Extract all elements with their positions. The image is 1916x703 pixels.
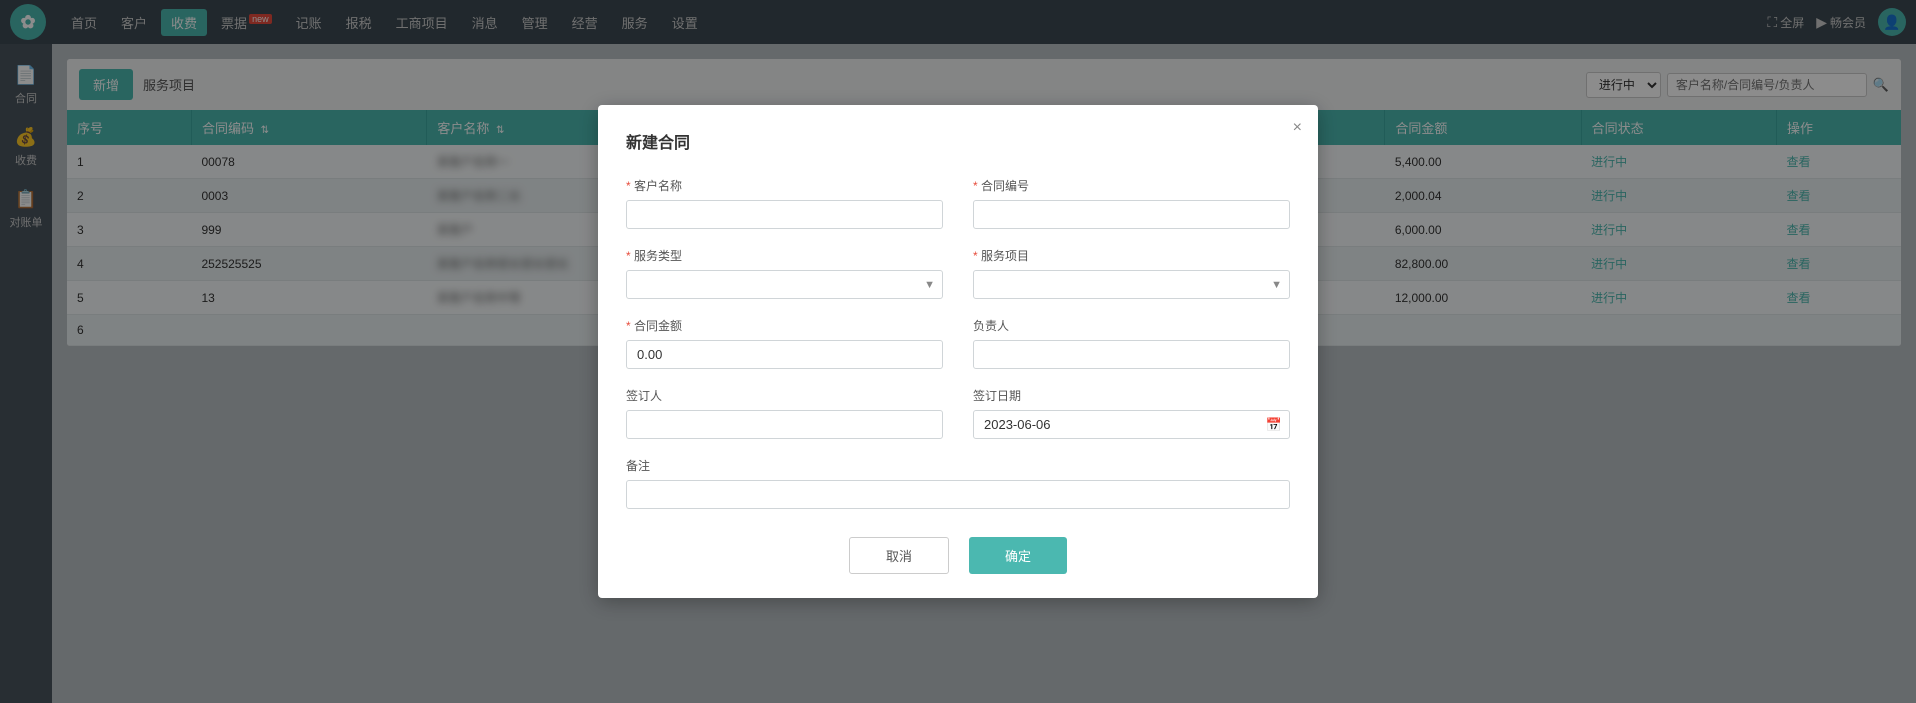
new-contract-modal: 新建合同 × 客户名称 合同编号 服务类型 ▼ 服务项目 xyxy=(598,105,1318,598)
service-type-label: 服务类型 xyxy=(626,247,943,264)
responsible-input[interactable] xyxy=(973,340,1290,369)
service-type-select-wrap: ▼ xyxy=(626,270,943,299)
responsible-field: 负责人 xyxy=(973,317,1290,369)
customer-name-label: 客户名称 xyxy=(626,177,943,194)
sign-date-input[interactable] xyxy=(973,410,1290,439)
customer-name-input[interactable] xyxy=(626,200,943,229)
contract-no-label: 合同编号 xyxy=(973,177,1290,194)
modal-footer: 取消 确定 xyxy=(626,537,1290,574)
modal-title: 新建合同 xyxy=(626,129,1290,153)
contract-no-field: 合同编号 xyxy=(973,177,1290,229)
service-item-label: 服务项目 xyxy=(973,247,1290,264)
sign-date-wrap: 📅 xyxy=(973,410,1290,439)
service-item-field: 服务项目 ▼ xyxy=(973,247,1290,299)
customer-name-field: 客户名称 xyxy=(626,177,943,229)
modal-close-button[interactable]: × xyxy=(1293,119,1302,137)
responsible-label: 负责人 xyxy=(973,317,1290,334)
contract-amount-field: 合同金额 xyxy=(626,317,943,369)
contract-amount-input[interactable] xyxy=(626,340,943,369)
service-item-select-wrap: ▼ xyxy=(973,270,1290,299)
signer-input[interactable] xyxy=(626,410,943,439)
signer-label: 签订人 xyxy=(626,387,943,404)
contract-amount-label: 合同金额 xyxy=(626,317,943,334)
modal-form: 客户名称 合同编号 服务类型 ▼ 服务项目 ▼ xyxy=(626,177,1290,509)
sign-date-label: 签订日期 xyxy=(973,387,1290,404)
service-type-select[interactable] xyxy=(626,270,943,299)
service-item-select[interactable] xyxy=(973,270,1290,299)
contract-no-input[interactable] xyxy=(973,200,1290,229)
signer-field: 签订人 xyxy=(626,387,943,439)
modal-overlay: 新建合同 × 客户名称 合同编号 服务类型 ▼ 服务项目 xyxy=(0,0,1916,703)
confirm-button[interactable]: 确定 xyxy=(969,537,1067,574)
sign-date-field: 签订日期 📅 xyxy=(973,387,1290,439)
cancel-button[interactable]: 取消 xyxy=(849,537,949,574)
notes-field: 备注 xyxy=(626,457,1290,509)
service-type-field: 服务类型 ▼ xyxy=(626,247,943,299)
notes-input[interactable] xyxy=(626,480,1290,509)
notes-label: 备注 xyxy=(626,457,1290,474)
